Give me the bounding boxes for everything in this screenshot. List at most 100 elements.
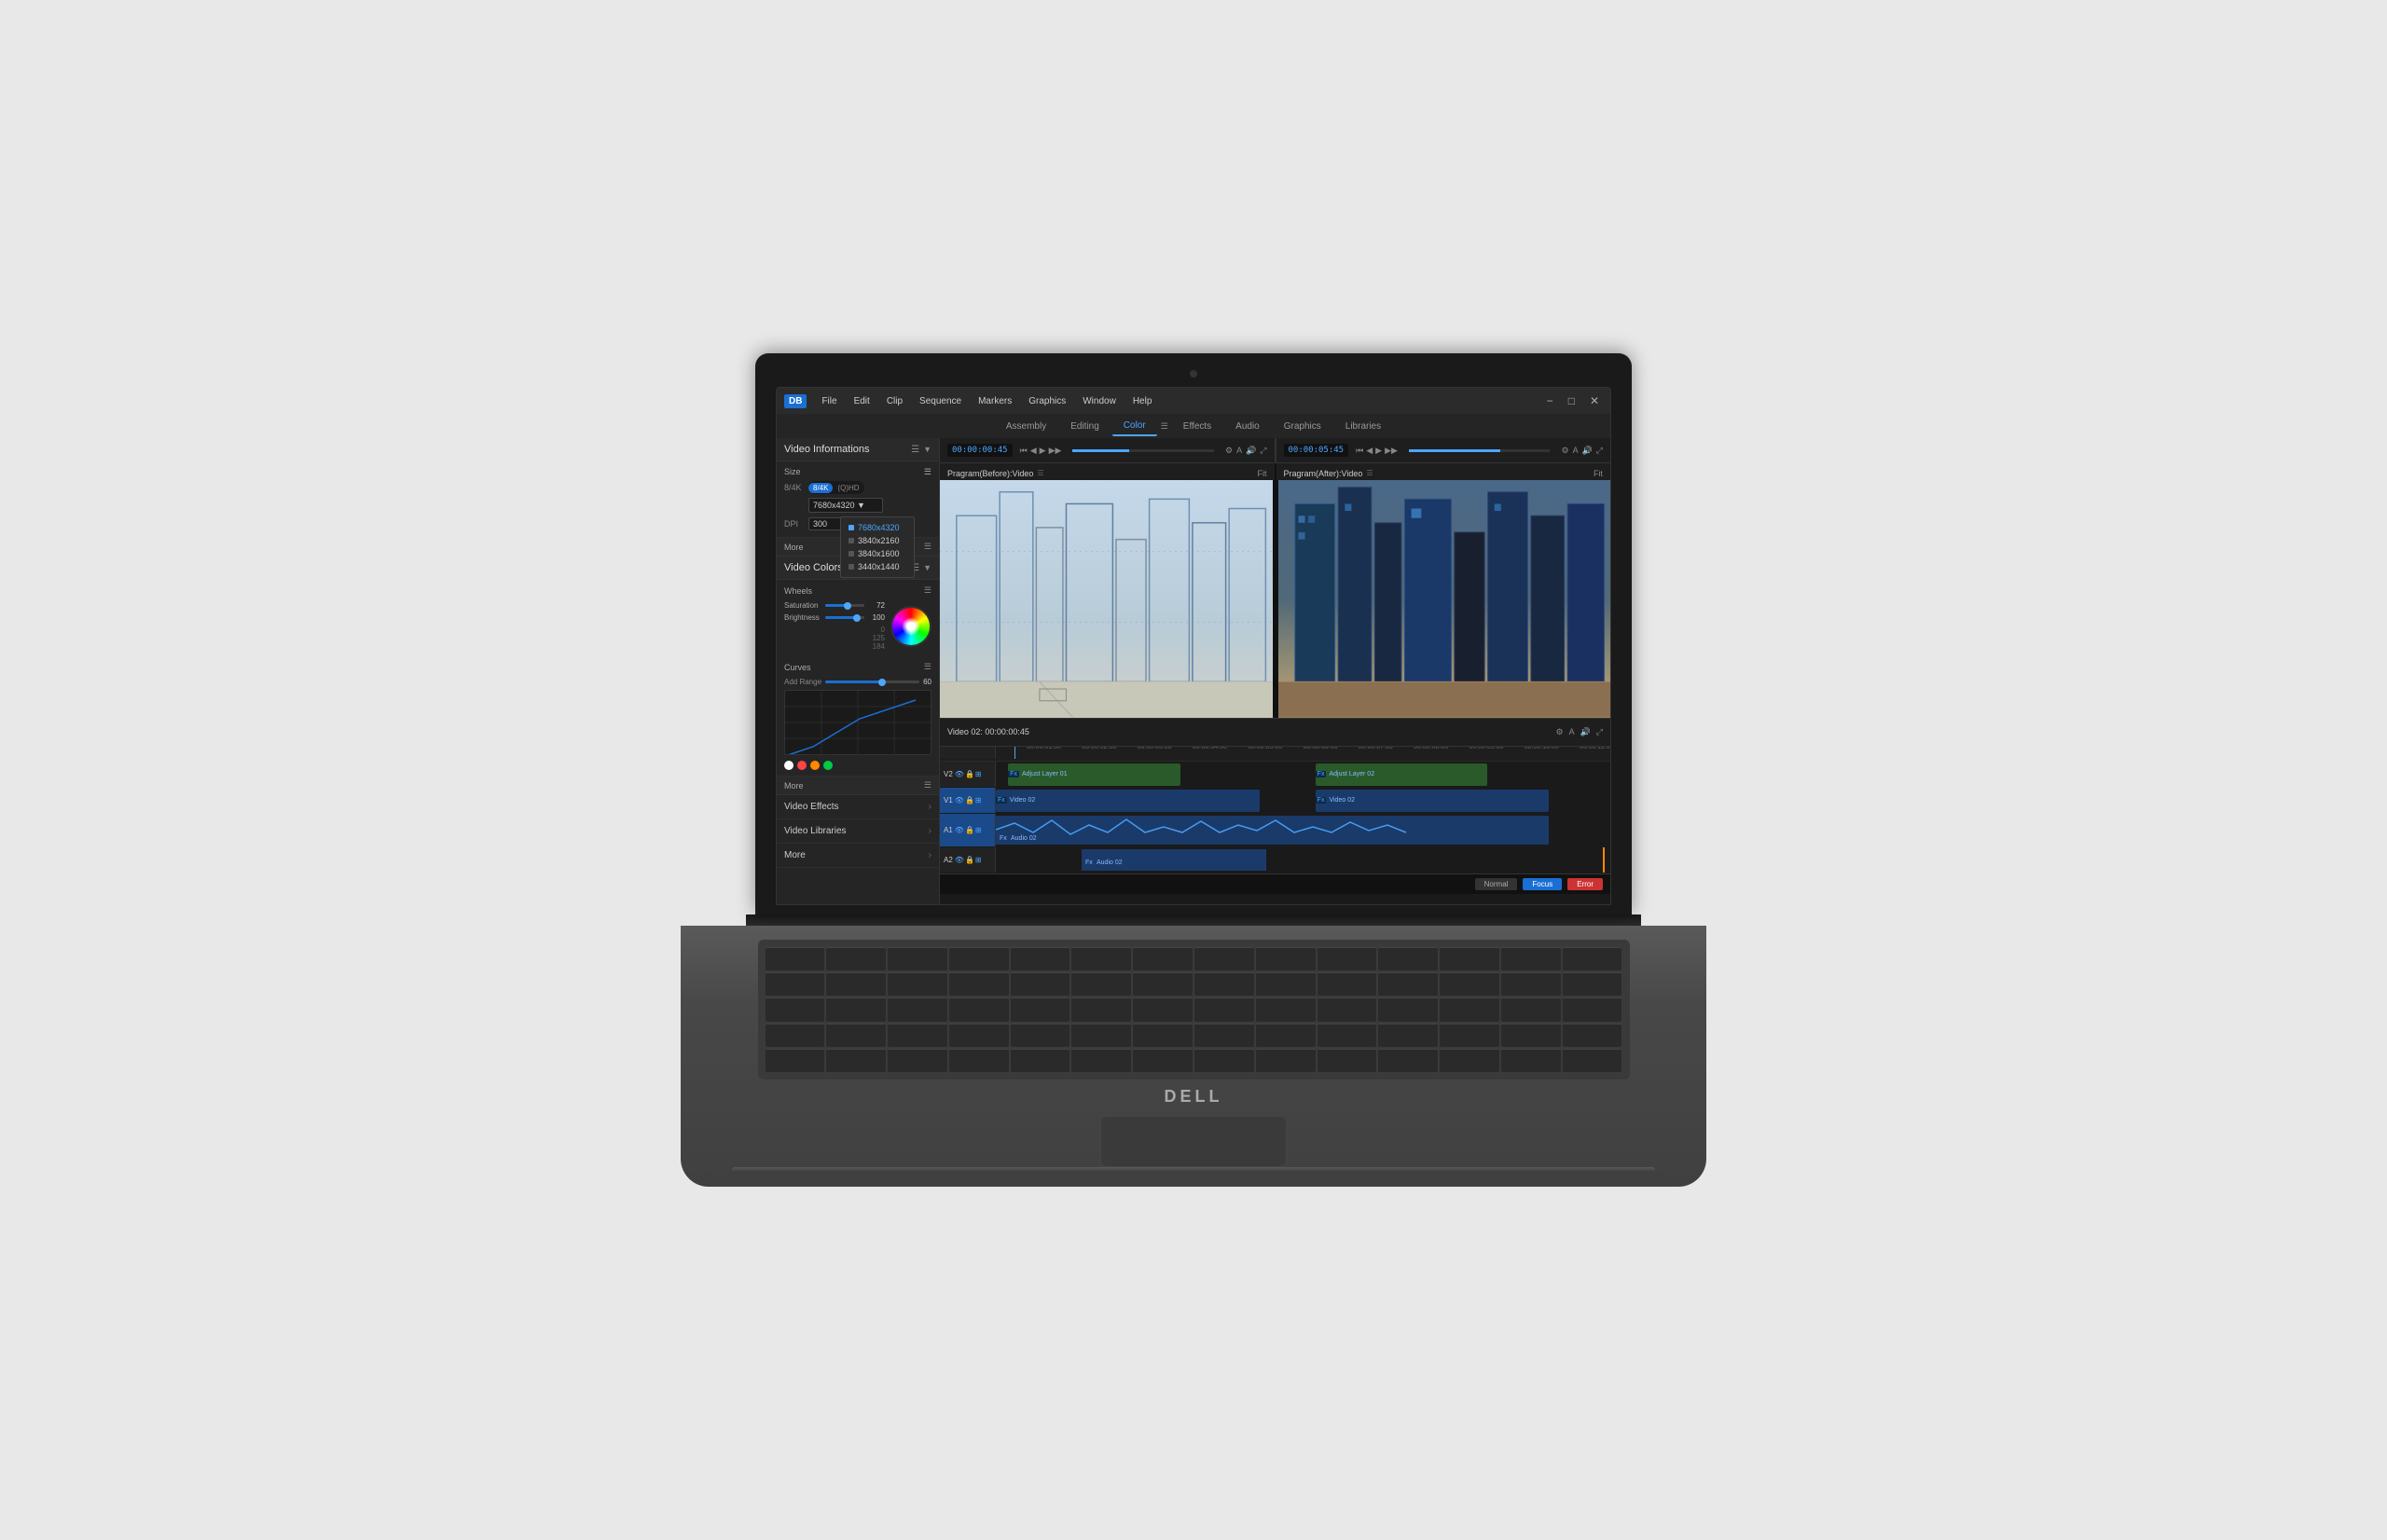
menu-file[interactable]: File [818, 394, 840, 408]
res-option-1[interactable]: 7680x4320 [841, 521, 914, 534]
saturation-track[interactable] [825, 604, 864, 607]
tab-color[interactable]: Color [1112, 417, 1157, 436]
key-37[interactable] [1318, 997, 1377, 1021]
close-button[interactable]: ✕ [1586, 394, 1603, 407]
right-panel-menu[interactable]: ☰ [1366, 469, 1373, 477]
key-48[interactable] [1133, 1024, 1193, 1047]
key-3[interactable] [949, 947, 1009, 970]
key-10[interactable] [1378, 947, 1438, 970]
settings-icon-l[interactable]: ⚙ [1225, 446, 1233, 456]
brightness-track[interactable] [825, 616, 864, 619]
menu-clip[interactable]: Clip [883, 394, 906, 408]
video-effects-item[interactable]: Video Effects › [777, 795, 939, 819]
key-57[interactable] [826, 1049, 886, 1072]
key-42[interactable] [766, 1024, 825, 1047]
audio-icon-l[interactable]: 🔊 [1246, 446, 1256, 456]
key-36[interactable] [1256, 997, 1316, 1021]
key-5[interactable] [1071, 947, 1131, 970]
key-21[interactable] [1194, 972, 1254, 996]
more-section-2[interactable]: More ☰ [777, 777, 939, 795]
menu-sequence[interactable]: Sequence [916, 394, 965, 408]
saturation-thumb[interactable] [844, 602, 851, 610]
audio-icon-r[interactable]: 🔊 [1582, 446, 1593, 456]
key-13[interactable] [1563, 947, 1622, 970]
key-55[interactable] [1563, 1024, 1622, 1047]
resolution-dropdown[interactable]: 7680x4320 ▼ [808, 498, 883, 513]
more-nav-item[interactable]: More › [777, 844, 939, 868]
key-47[interactable] [1071, 1024, 1131, 1047]
progress-bar-right[interactable] [1409, 449, 1551, 452]
video-info-header[interactable]: Video Informations ☰ ▼ [777, 438, 939, 461]
key-25[interactable] [1440, 972, 1499, 996]
color-dot-green[interactable] [823, 761, 833, 770]
key-53[interactable] [1440, 1024, 1499, 1047]
key-6[interactable] [1133, 947, 1193, 970]
a1-eye[interactable]: 👁 [955, 826, 964, 834]
menu-help[interactable]: Help [1129, 394, 1156, 408]
key-20[interactable] [1133, 972, 1193, 996]
trackpad[interactable] [1100, 1116, 1287, 1167]
key-69[interactable] [1563, 1049, 1622, 1072]
key-14[interactable] [766, 972, 825, 996]
add-range-thumb[interactable] [878, 679, 886, 686]
color-dot-orange[interactable] [810, 761, 820, 770]
add-range-slider[interactable] [825, 681, 919, 683]
left-panel-menu[interactable]: ☰ [1037, 469, 1043, 477]
curves-menu-icon[interactable]: ☰ [924, 662, 931, 672]
wheels-menu-icon[interactable]: ☰ [924, 585, 931, 596]
settings-icon-r[interactable]: ⚙ [1561, 446, 1568, 456]
key-22[interactable] [1256, 972, 1316, 996]
key-45[interactable] [949, 1024, 1009, 1047]
key-4[interactable] [1011, 947, 1070, 970]
key-41[interactable] [1563, 997, 1622, 1021]
menu-markers[interactable]: Markers [974, 394, 1015, 408]
video-info-chevron[interactable]: ▼ [923, 445, 931, 454]
key-32[interactable] [1011, 997, 1070, 1021]
timeline-settings[interactable]: ⚙ [1555, 727, 1563, 737]
key-1[interactable] [826, 947, 886, 970]
key-8[interactable] [1256, 947, 1316, 970]
v1-sync[interactable]: ⊞ [975, 796, 982, 804]
v2-lock[interactable]: 🔒 [965, 770, 974, 778]
step-back-l[interactable]: ◀ [1030, 446, 1037, 456]
a1-lock[interactable]: 🔒 [965, 826, 974, 834]
v2-clip-2[interactable]: Fx Adjust Layer 02 [1316, 763, 1488, 786]
key-23[interactable] [1318, 972, 1377, 996]
key-63[interactable] [1194, 1049, 1254, 1072]
monitor-icon-l[interactable]: A [1236, 446, 1242, 456]
key-2[interactable] [888, 947, 947, 970]
key-62[interactable] [1133, 1049, 1193, 1072]
key-27[interactable] [1563, 972, 1622, 996]
menu-edit[interactable]: Edit [850, 394, 874, 408]
key-50[interactable] [1256, 1024, 1316, 1047]
tab-editing[interactable]: Editing [1059, 418, 1111, 435]
color-wheel[interactable] [890, 606, 931, 647]
key-19[interactable] [1071, 972, 1131, 996]
maximize-button[interactable]: □ [1565, 394, 1579, 407]
v2-clip-1[interactable]: Fx Adjust Layer 01 [1008, 763, 1180, 786]
timeline-speaker[interactable]: 🔊 [1580, 727, 1591, 737]
key-61[interactable] [1071, 1049, 1131, 1072]
key-26[interactable] [1501, 972, 1561, 996]
step-fwd-l[interactable]: ▶▶ [1049, 446, 1062, 456]
step-back-r[interactable]: ◀ [1366, 446, 1373, 456]
key-9[interactable] [1318, 947, 1377, 970]
play-l[interactable]: ▶ [1040, 446, 1046, 456]
status-normal-btn[interactable]: Normal [1475, 878, 1518, 890]
key-51[interactable] [1318, 1024, 1377, 1047]
tab-color-menu-icon[interactable]: ☰ [1159, 418, 1170, 435]
tab-audio[interactable]: Audio [1224, 418, 1271, 435]
key-54[interactable] [1501, 1024, 1561, 1047]
key-40[interactable] [1501, 997, 1561, 1021]
key-29[interactable] [826, 997, 886, 1021]
key-38[interactable] [1378, 997, 1438, 1021]
color-dot-white[interactable] [784, 761, 793, 770]
a2-lock[interactable]: 🔒 [965, 856, 974, 864]
step-fwd-r[interactable]: ▶▶ [1385, 446, 1398, 456]
key-33[interactable] [1071, 997, 1131, 1021]
key-35[interactable] [1194, 997, 1254, 1021]
res-option-2[interactable]: 3840x2160 [841, 534, 914, 547]
key-15[interactable] [826, 972, 886, 996]
key-67[interactable] [1440, 1049, 1499, 1072]
key-18[interactable] [1011, 972, 1070, 996]
